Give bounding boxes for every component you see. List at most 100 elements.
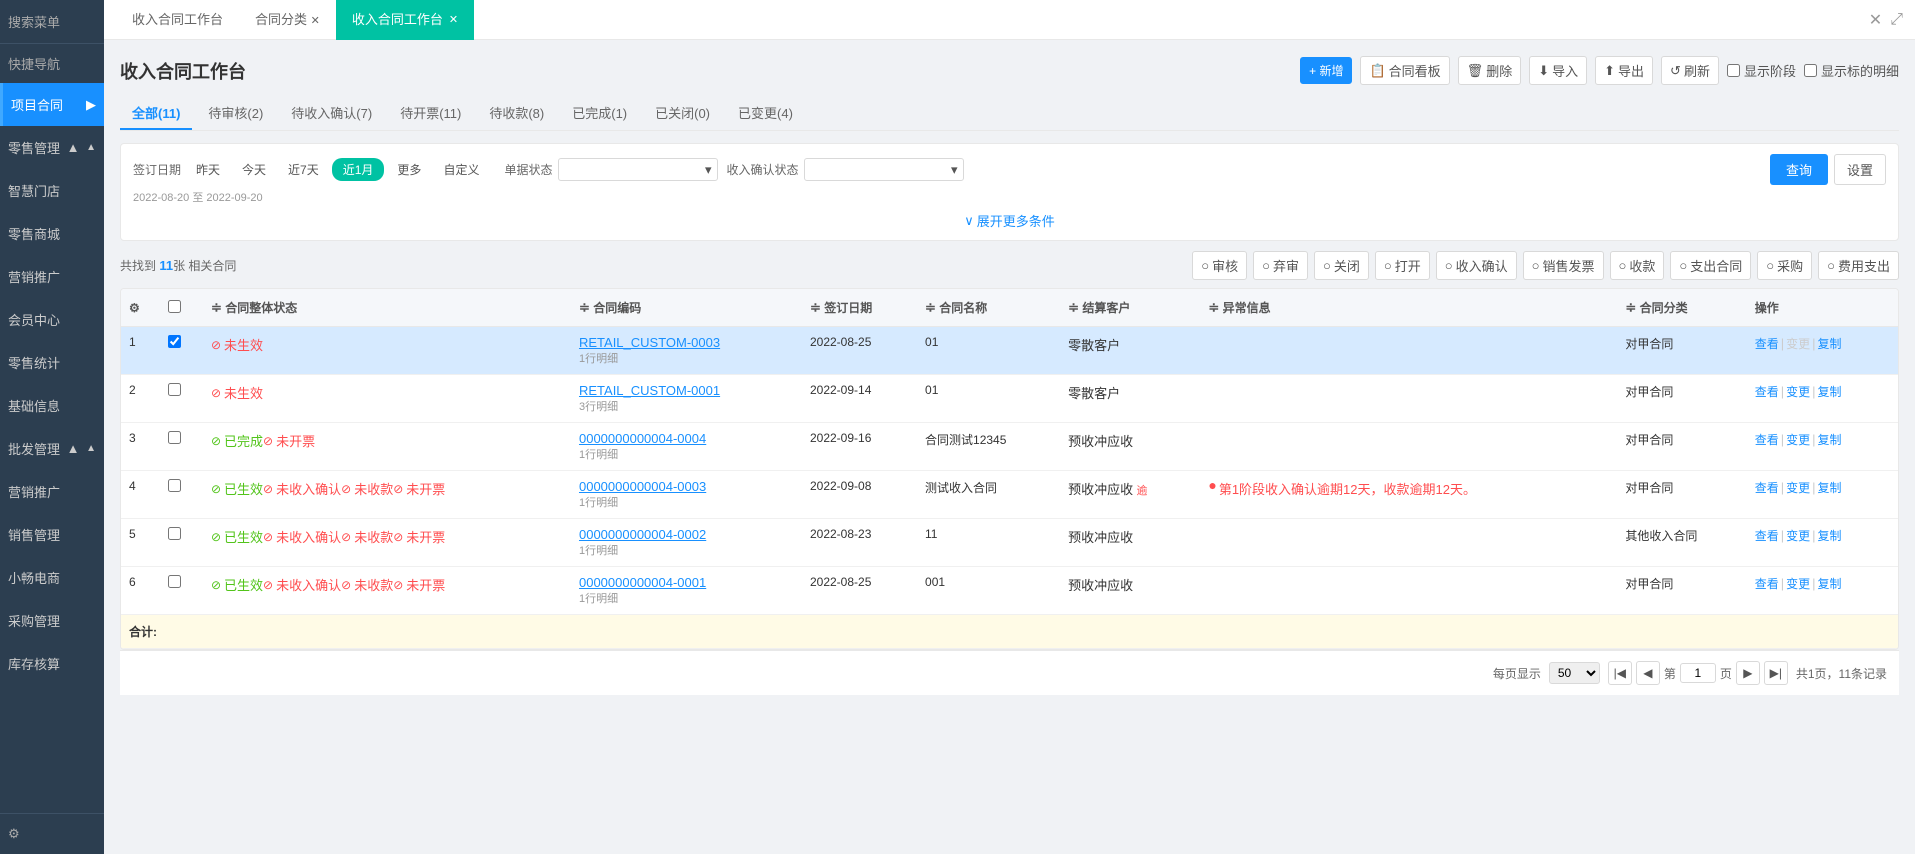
status-tab-pending-collection[interactable]: 待收款(8)	[477, 97, 556, 130]
op-btn-复制[interactable]: 复制	[1818, 529, 1842, 543]
op-btn-变更[interactable]: 变更	[1786, 529, 1810, 543]
row-checkbox[interactable]	[168, 431, 181, 444]
sidebar-item-retail-commerce[interactable]: 零售商城	[0, 212, 104, 255]
sidebar-search[interactable]: 搜索菜单	[0, 0, 104, 44]
doc-status-select[interactable]: ▾	[558, 158, 718, 181]
tab-home[interactable]: 收入合同工作台	[116, 0, 239, 40]
sidebar-item-sales-mgmt[interactable]: 销售管理	[0, 513, 104, 556]
col-settings[interactable]: ⚙	[121, 289, 160, 327]
op-btn-查看[interactable]: 查看	[1755, 481, 1779, 495]
show-stage-checkbox[interactable]: 显示阶段	[1727, 61, 1796, 80]
op-btn-变更[interactable]: 变更	[1786, 577, 1810, 591]
action-income-confirm[interactable]: ○ 收入确认	[1436, 251, 1517, 280]
op-separator: |	[1781, 432, 1784, 447]
status-tab-pending-review[interactable]: 待审核(2)	[196, 97, 275, 130]
sidebar-item-member-center[interactable]: 会员中心	[0, 298, 104, 341]
status-tab-all[interactable]: 全部(11)	[120, 97, 192, 130]
sidebar-item-retail-stats[interactable]: 零售统计	[0, 341, 104, 384]
select-all-checkbox[interactable]	[168, 300, 181, 313]
sidebar-item-marketing[interactable]: 营销推广	[0, 255, 104, 298]
page-last-btn[interactable]: ▶|	[1764, 661, 1788, 685]
op-btn-查看[interactable]: 查看	[1755, 577, 1779, 591]
action-collection[interactable]: ○ 收款	[1610, 251, 1665, 280]
sidebar-item-xiaochang[interactable]: 小畅电商	[0, 556, 104, 599]
import-button[interactable]: ⬇ 导入	[1529, 56, 1587, 85]
date-btn-last1month[interactable]: 近1月	[332, 158, 385, 181]
per-page-select[interactable]: 50 100 200	[1549, 662, 1600, 684]
op-btn-查看[interactable]: 查看	[1755, 529, 1779, 543]
op-btn-复制[interactable]: 复制	[1818, 481, 1842, 495]
sidebar-item-purchase-mgmt[interactable]: 采购管理	[0, 599, 104, 642]
status-tab-completed[interactable]: 已完成(1)	[560, 97, 639, 130]
op-btn-复制[interactable]: 复制	[1818, 433, 1842, 447]
sidebar-item-inventory[interactable]: 库存核算	[0, 642, 104, 685]
sidebar-item-project-contract[interactable]: 项目合同 ▶	[0, 83, 104, 126]
contract-code-link[interactable]: 0000000000004-0001	[579, 575, 706, 590]
refresh-button[interactable]: ↺ 刷新	[1661, 56, 1719, 85]
tab-income-contract-workbench[interactable]: 收入合同工作台 ✕	[336, 0, 474, 40]
date-btn-yesterday[interactable]: 昨天	[187, 158, 229, 181]
op-btn-变更[interactable]: 变更	[1786, 385, 1810, 399]
op-btn-变更[interactable]: 变更	[1786, 481, 1810, 495]
contract-code-link[interactable]: 0000000000004-0003	[579, 479, 706, 494]
sidebar-settings[interactable]: ⚙	[0, 813, 104, 854]
page-prev-btn[interactable]: ◀	[1636, 661, 1660, 685]
op-btn-复制[interactable]: 复制	[1818, 577, 1842, 591]
show-detail-checkbox[interactable]: 显示标的明细	[1804, 61, 1899, 80]
op-btn-查看[interactable]: 查看	[1755, 433, 1779, 447]
export-button[interactable]: ⬆ 导出	[1595, 56, 1653, 85]
status-tab-pending-income-confirm[interactable]: 待收入确认(7)	[279, 97, 384, 130]
page-number-input[interactable]	[1680, 663, 1716, 683]
action-close[interactable]: ○ 关闭	[1314, 251, 1369, 280]
sidebar-quick-nav[interactable]: 快捷导航	[0, 44, 104, 83]
row-checkbox[interactable]	[168, 335, 181, 348]
sidebar-item-basic-info[interactable]: 基础信息	[0, 384, 104, 427]
expand-more-btn[interactable]: ∨ 展开更多条件	[964, 211, 1055, 230]
window-close-icon[interactable]: ✕	[1869, 10, 1882, 30]
sidebar-item-marketing2[interactable]: 营销推广	[0, 470, 104, 513]
action-expense-out[interactable]: ○ 费用支出	[1818, 251, 1899, 280]
status-tab-closed[interactable]: 已关闭(0)	[643, 97, 722, 130]
col-checkbox[interactable]	[160, 289, 203, 327]
sidebar-item-retail-mgmt[interactable]: 零售管理 ▲	[0, 126, 104, 169]
action-sales-invoice[interactable]: ○ 销售发票	[1523, 251, 1604, 280]
date-btn-today[interactable]: 今天	[233, 158, 275, 181]
row-checkbox[interactable]	[168, 479, 181, 492]
contract-code-link[interactable]: 0000000000004-0004	[579, 431, 706, 446]
income-confirm-select[interactable]: ▾	[804, 158, 964, 181]
date-btn-more[interactable]: 更多	[388, 158, 430, 181]
action-purchase[interactable]: ○ 采购	[1757, 251, 1812, 280]
op-btn-变更[interactable]: 变更	[1786, 433, 1810, 447]
query-button[interactable]: 查询	[1770, 154, 1828, 185]
tab-contract-classify[interactable]: 合同分类 ✕	[239, 0, 336, 40]
delete-button[interactable]: 🗑 删除	[1458, 56, 1522, 85]
sidebar-item-wholesale-mgmt[interactable]: 批发管理 ▲	[0, 427, 104, 470]
contract-code-link[interactable]: RETAIL_CUSTOM-0003	[579, 335, 720, 350]
action-review[interactable]: ○ 审核	[1192, 251, 1247, 280]
kanban-button[interactable]: 📋 合同看板	[1360, 56, 1449, 85]
date-btn-last7days[interactable]: 近7天	[279, 158, 328, 181]
sidebar-item-smart-store[interactable]: 智慧门店	[0, 169, 104, 212]
action-expense-contract[interactable]: ○ 支出合同	[1670, 251, 1751, 280]
row-checkbox[interactable]	[168, 575, 181, 588]
row-checkbox[interactable]	[168, 527, 181, 540]
status-tab-changed[interactable]: 已变更(4)	[726, 97, 805, 130]
page-next-btn[interactable]: ▶	[1736, 661, 1760, 685]
close-income-contract-workbench[interactable]: ✕	[449, 0, 458, 40]
set-button[interactable]: 设置	[1834, 154, 1886, 185]
row-checkbox[interactable]	[168, 383, 181, 396]
contract-code-link[interactable]: RETAIL_CUSTOM-0001	[579, 383, 720, 398]
window-expand-icon[interactable]: ⤢	[1890, 11, 1903, 29]
page-first-btn[interactable]: |◀	[1608, 661, 1632, 685]
action-abandon[interactable]: ○ 弃审	[1253, 251, 1308, 280]
date-btn-custom[interactable]: 自定义	[434, 158, 488, 181]
add-button[interactable]: + 新增	[1300, 57, 1352, 84]
contract-code-link[interactable]: 0000000000004-0002	[579, 527, 706, 542]
op-btn-复制[interactable]: 复制	[1818, 385, 1842, 399]
action-print[interactable]: ○ 打开	[1375, 251, 1430, 280]
op-btn-查看[interactable]: 查看	[1755, 385, 1779, 399]
close-contract-classify[interactable]: ✕	[311, 15, 320, 27]
op-btn-查看[interactable]: 查看	[1755, 337, 1779, 351]
status-tab-pending-invoice[interactable]: 待开票(11)	[388, 97, 473, 130]
op-btn-复制[interactable]: 复制	[1818, 337, 1842, 351]
